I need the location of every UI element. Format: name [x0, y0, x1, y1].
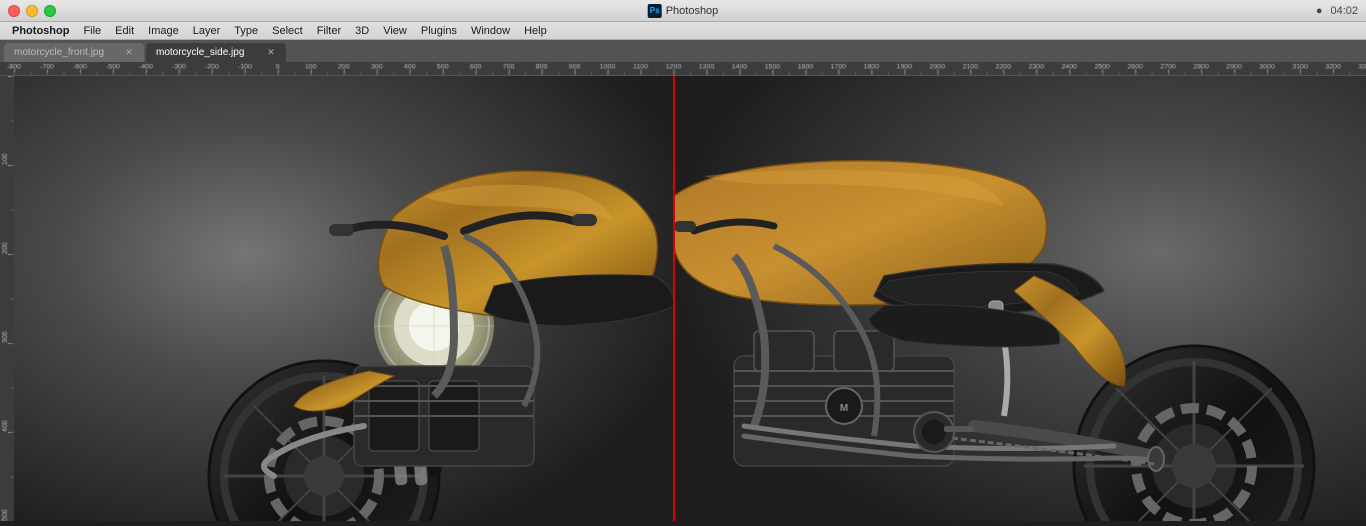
menu-item-image[interactable]: Image: [142, 24, 185, 38]
photoshop-icon: Ps: [648, 4, 662, 18]
traffic-lights: [8, 5, 56, 17]
menu-item-type[interactable]: Type: [228, 24, 264, 38]
ruler-vertical: [0, 76, 14, 521]
minimize-button[interactable]: [26, 5, 38, 17]
app-title: Ps Photoshop: [648, 4, 719, 18]
menu-item-help[interactable]: Help: [518, 24, 553, 38]
titlebar: Ps Photoshop ● 04:02: [0, 0, 1366, 22]
menu-item-filter[interactable]: Filter: [311, 24, 347, 38]
tab-1-close[interactable]: ✕: [266, 48, 276, 58]
canvas-wrapper: M: [0, 76, 1366, 521]
time-display: 04:02: [1330, 5, 1358, 17]
svg-text:M: M: [840, 403, 848, 414]
menu-item-view[interactable]: View: [377, 24, 413, 38]
menu-item-edit[interactable]: Edit: [109, 24, 140, 38]
tab-0[interactable]: motorcycle_front.jpg ✕: [4, 43, 144, 62]
menu-item-photoshop[interactable]: Photoshop: [6, 24, 75, 38]
tab-1-label: motorcycle_side.jpg: [156, 47, 244, 58]
menu-item-3d[interactable]: 3D: [349, 24, 375, 38]
tabs-bar: motorcycle_front.jpg ✕ motorcycle_side.j…: [0, 40, 1366, 62]
menu-item-select[interactable]: Select: [266, 24, 309, 38]
tab-0-label: motorcycle_front.jpg: [14, 47, 104, 58]
menu-item-plugins[interactable]: Plugins: [415, 24, 463, 38]
tab-0-close[interactable]: ✕: [124, 48, 134, 58]
canvas-area[interactable]: M: [14, 76, 1366, 521]
menu-item-window[interactable]: Window: [465, 24, 516, 38]
ruler-horizontal: [0, 62, 1366, 76]
menu-item-layer[interactable]: Layer: [187, 24, 227, 38]
app-name-label: Photoshop: [666, 5, 719, 17]
menu-item-file[interactable]: File: [77, 24, 107, 38]
titlebar-right: ● 04:02: [1316, 5, 1358, 17]
menubar: Photoshop File Edit Image Layer Type Sel…: [0, 22, 1366, 40]
maximize-button[interactable]: [44, 5, 56, 17]
motorcycle-canvas: M: [14, 76, 1366, 521]
tab-1[interactable]: motorcycle_side.jpg ✕: [146, 43, 286, 62]
wifi-icon: ●: [1316, 5, 1323, 17]
close-button[interactable]: [8, 5, 20, 17]
motorcycle-image: M: [14, 76, 1366, 521]
